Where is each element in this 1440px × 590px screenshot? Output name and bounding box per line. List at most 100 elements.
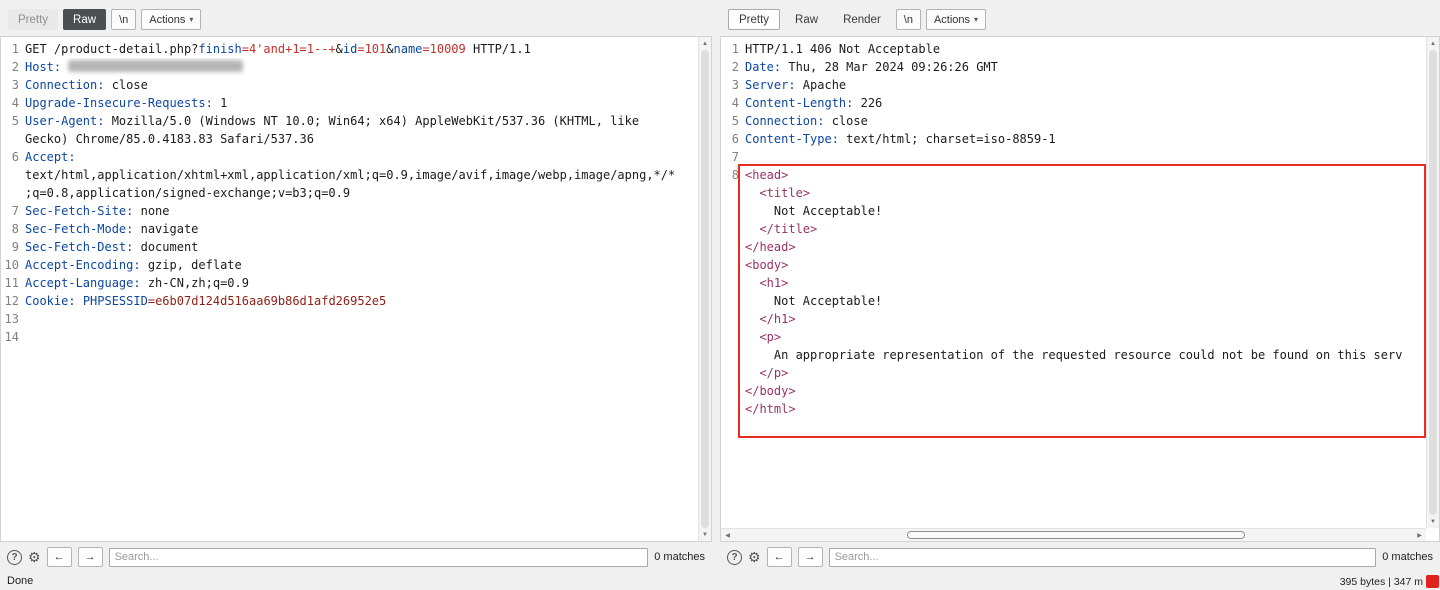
line-number xyxy=(723,274,739,292)
code-line: text/html,application/xhtml+xml,applicat… xyxy=(3,166,698,184)
code-line: 14 xyxy=(3,328,698,346)
line-number xyxy=(723,400,739,418)
line-number: 11 xyxy=(4,276,19,290)
line-number xyxy=(723,310,739,328)
search-next-button[interactable]: → xyxy=(77,547,103,567)
code-line: Not Acceptable! xyxy=(723,202,1426,220)
redacted-host-value xyxy=(68,60,244,72)
line-number xyxy=(723,202,739,220)
line-number xyxy=(723,346,739,364)
response-editor[interactable]: 1 HTTP/1.1 406 Not Acceptable 2 Date: Thu, … xyxy=(720,36,1440,542)
scroll-down-icon[interactable]: ▼ xyxy=(1427,515,1439,528)
tab-pretty[interactable]: Pretty xyxy=(728,9,781,30)
scroll-down-icon[interactable]: ▼ xyxy=(699,528,711,541)
line-number: 12 xyxy=(4,294,19,308)
help-icon[interactable]: ? xyxy=(727,549,742,565)
search-input[interactable] xyxy=(828,547,1377,567)
newline-toggle-button[interactable]: \n xyxy=(111,9,137,30)
code-line: 1 HTTP/1.1 406 Not Acceptable xyxy=(723,40,1426,58)
actions-menu-button[interactable]: Actions ▾ xyxy=(141,9,202,30)
scroll-up-icon[interactable]: ▲ xyxy=(1427,37,1439,50)
code-line: 8 Sec-Fetch-Mode: navigate xyxy=(3,220,698,238)
line-number xyxy=(3,130,19,148)
code-line: 5 Connection: close xyxy=(723,112,1426,130)
status-text: Done xyxy=(7,575,34,587)
line-number: 10 xyxy=(4,258,19,272)
line-number: 1 xyxy=(731,42,739,56)
code-line: <p> xyxy=(723,328,1426,346)
response-panel: Pretty Raw Render \n Actions ▾ 1 HTTP/1.1… xyxy=(720,0,1440,572)
code-line: 12 Cookie: PHPSESSID=e6b07d124d516aa69b86… xyxy=(4,294,387,308)
code-line: </title> xyxy=(723,220,1426,238)
actions-label: Actions xyxy=(149,13,186,26)
scrollbar-thumb[interactable] xyxy=(701,50,709,528)
code-line: </h1> xyxy=(723,310,1426,328)
response-vertical-scrollbar[interactable]: ▲ ▼ xyxy=(1426,37,1439,528)
code-line: 6 Accept: xyxy=(3,148,698,166)
panel-divider[interactable] xyxy=(712,0,720,572)
line-number xyxy=(3,166,19,184)
code-line: 11 Accept-Language: zh-CN,zh;q=0.9 xyxy=(4,276,249,290)
line-number xyxy=(3,184,19,202)
scroll-right-icon[interactable]: ▶ xyxy=(1413,529,1426,541)
line-number: 2 xyxy=(731,60,739,74)
tab-raw[interactable]: Raw xyxy=(63,9,107,30)
code-line: 3 Server: Apache xyxy=(723,76,1426,94)
line-number: 6 xyxy=(731,132,739,146)
code-line: An appropriate representation of the req… xyxy=(723,346,1426,364)
scrollbar-thumb[interactable] xyxy=(1429,50,1437,515)
request-editor[interactable]: 1 GET /product-detail.php?finish=4'and+1=… xyxy=(0,36,712,542)
line-number: 8 xyxy=(11,222,19,236)
code-line: 3 Connection: close xyxy=(3,76,698,94)
help-icon[interactable]: ? xyxy=(7,549,22,565)
code-line: </p> xyxy=(723,364,1426,382)
search-prev-button[interactable]: ← xyxy=(766,547,792,567)
code-line: 2 Host: xyxy=(3,58,698,76)
settings-gear-icon[interactable]: ⚙ xyxy=(28,550,41,564)
line-number: 7 xyxy=(11,204,19,218)
tab-pretty[interactable]: Pretty xyxy=(8,9,59,30)
response-horizontal-scrollbar[interactable]: ◀ ▶ xyxy=(721,528,1426,541)
statusbar: Done 395 bytes | 347 m xyxy=(0,572,1440,590)
code-line: 4 Upgrade-Insecure-Requests: 1 xyxy=(3,94,698,112)
request-panel: Pretty Raw \n Actions ▾ 1 GET /product-de… xyxy=(0,0,712,572)
code-line: 10 Accept-Encoding: gzip, deflate xyxy=(4,258,242,272)
code-line: 7 xyxy=(723,148,1426,166)
settings-gear-icon[interactable]: ⚙ xyxy=(748,550,761,564)
request-code: 1 GET /product-detail.php?finish=4'and+1=… xyxy=(1,37,698,541)
line-number xyxy=(723,184,739,202)
newline-toggle-button[interactable]: \n xyxy=(895,9,921,30)
code-line: </head> xyxy=(723,238,1426,256)
scroll-left-icon[interactable]: ◀ xyxy=(721,529,734,541)
line-number xyxy=(723,238,739,256)
line-number: 14 xyxy=(4,330,19,344)
code-line: 4 Content-Length: 226 xyxy=(723,94,1426,112)
line-number: 8 xyxy=(731,168,739,182)
search-next-button[interactable]: → xyxy=(797,547,823,567)
response-code: 1 HTTP/1.1 406 Not Acceptable 2 Date: Thu, … xyxy=(721,37,1426,528)
search-prev-button[interactable]: ← xyxy=(46,547,72,567)
line-number: 1 xyxy=(11,42,19,56)
code-line: 13 xyxy=(3,310,698,328)
tab-raw[interactable]: Raw xyxy=(785,9,828,30)
chevron-down-icon: ▾ xyxy=(974,15,979,24)
line-number: 3 xyxy=(11,78,19,92)
code-line: Not Acceptable! xyxy=(723,292,1426,310)
code-line: <h1> xyxy=(723,274,1426,292)
actions-menu-button[interactable]: Actions ▾ xyxy=(925,9,987,30)
scroll-up-icon[interactable]: ▲ xyxy=(699,37,711,50)
line-number xyxy=(723,220,739,238)
search-input[interactable] xyxy=(108,547,649,567)
match-count: 0 matches xyxy=(1382,551,1433,563)
code-line: <title> xyxy=(723,184,1426,202)
request-vertical-scrollbar[interactable]: ▲ ▼ xyxy=(698,37,711,541)
match-count: 0 matches xyxy=(654,551,705,563)
code-line: 9 Sec-Fetch-Dest: document xyxy=(3,238,698,256)
line-number: 7 xyxy=(731,150,739,164)
tab-render[interactable]: Render xyxy=(833,9,891,30)
request-tabbar: Pretty Raw \n Actions ▾ xyxy=(0,0,712,36)
http-message-editor: Pretty Raw \n Actions ▾ 1 GET /product-de… xyxy=(0,0,1440,590)
code-line: </html> xyxy=(723,400,1426,418)
request-searchbar: ? ⚙ ← → 0 matches xyxy=(0,542,712,572)
scrollbar-thumb[interactable] xyxy=(907,531,1245,539)
